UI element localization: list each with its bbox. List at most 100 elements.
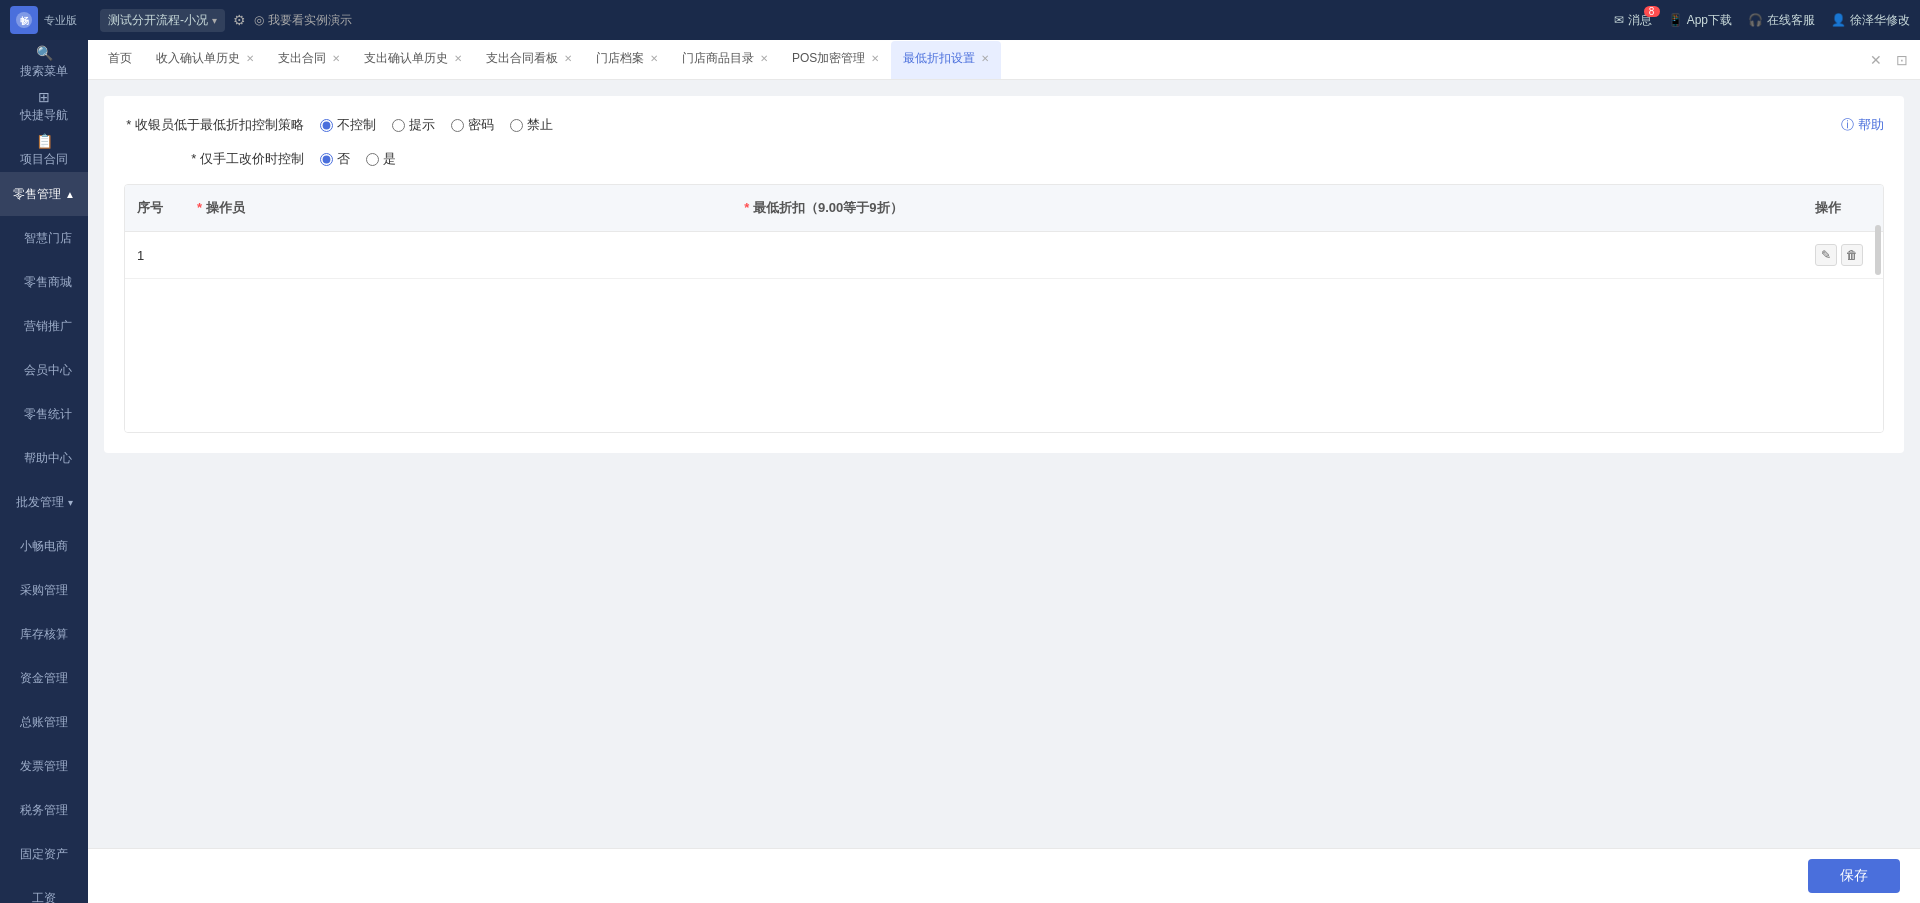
tab-pay-contract-board-label: 支出合同看板 — [486, 50, 558, 67]
retail-arrow-icon: ▲ — [65, 189, 75, 200]
tab-store-file-label: 门店档案 — [596, 50, 644, 67]
control-strategy-radio-group: 不控制 提示 密码 禁 — [320, 116, 553, 134]
tab-store-file[interactable]: 门店档案 ✕ — [584, 41, 670, 79]
user-menu[interactable]: 👤 徐泽华修改 — [1831, 12, 1910, 29]
main-layout: 🔍 搜索菜单 ⊞ 快捷导航 📋 项目合同 零售管理 ▲ 智慧门店 零售商城 营销… — [0, 40, 1920, 903]
delete-row-button[interactable]: 🗑 — [1841, 244, 1863, 266]
tab-pay-contract-close[interactable]: ✕ — [332, 53, 340, 64]
radio-no-control-input[interactable] — [320, 119, 333, 132]
demo-text: 我要看实例演示 — [268, 12, 352, 29]
sidebar-item-retail-stat[interactable]: 零售统计 — [0, 392, 88, 436]
logo-area: 畅 专业版 — [10, 6, 90, 34]
sidebar-item-asset[interactable]: 固定资产 — [0, 832, 88, 876]
close-tab-icon[interactable]: ✕ — [1866, 52, 1886, 68]
sidebar-label-salary: 工资 — [32, 890, 56, 904]
tab-income-confirm[interactable]: 收入确认单历史 ✕ — [144, 41, 266, 79]
topbar: 畅 专业版 测试分开流程-小况 ▾ ⚙ ◎ 我要看实例演示 ✉ 消息 8 📱 A… — [0, 0, 1920, 40]
radio-forbid-input[interactable] — [510, 119, 523, 132]
settings-card: * 收银员低于最低折扣控制策略 不控制 提示 — [104, 96, 1904, 453]
sidebar-item-ecommerce[interactable]: 小畅电商 — [0, 524, 88, 568]
table-row: 1 ✎ 🗑 — [125, 232, 1883, 279]
tab-pos-lock[interactable]: POS加密管理 ✕ — [780, 41, 891, 79]
tab-store-catalog-label: 门店商品目录 — [682, 50, 754, 67]
manual-price-row: * 仅手工改价时控制 否 是 — [124, 150, 1884, 168]
tab-store-catalog-close[interactable]: ✕ — [760, 53, 768, 64]
radio-forbid[interactable]: 禁止 — [510, 116, 553, 134]
tab-min-discount-close[interactable]: ✕ — [981, 53, 989, 64]
radio-remind[interactable]: 提示 — [392, 116, 435, 134]
radio-yes[interactable]: 是 — [366, 150, 396, 168]
message-button[interactable]: ✉ 消息 8 — [1614, 12, 1652, 29]
project-selector[interactable]: 测试分开流程-小况 ▾ — [100, 9, 225, 32]
tabbar-actions: ✕ ⊡ — [1866, 52, 1912, 68]
sidebar-item-salary[interactable]: 工资 — [0, 876, 88, 903]
sidebar-label-tax: 税务管理 — [20, 802, 68, 819]
app-download-button[interactable]: 📱 App下载 — [1668, 12, 1732, 29]
tab-income-confirm-close[interactable]: ✕ — [246, 53, 254, 64]
demo-button[interactable]: ◎ 我要看实例演示 — [254, 12, 352, 29]
sidebar-label-search: 搜索菜单 — [20, 63, 68, 80]
sidebar-item-retail-mall[interactable]: 零售商城 — [0, 260, 88, 304]
sidebar-item-member[interactable]: 会员中心 — [0, 348, 88, 392]
service-icon: 🎧 — [1748, 13, 1763, 27]
tab-store-catalog[interactable]: 门店商品目录 ✕ — [670, 41, 780, 79]
tab-pay-contract[interactable]: 支出合同 ✕ — [266, 41, 352, 79]
sidebar-label-marketing: 营销推广 — [24, 318, 72, 335]
radio-password[interactable]: 密码 — [451, 116, 494, 134]
radio-remind-input[interactable] — [392, 119, 405, 132]
tab-pay-confirm[interactable]: 支出确认单历史 ✕ — [352, 41, 474, 79]
help-circle-icon: ⓘ — [1841, 116, 1854, 134]
more-tabs-icon[interactable]: ⊡ — [1892, 52, 1912, 68]
online-service-button[interactable]: 🎧 在线客服 — [1748, 12, 1815, 29]
sidebar-item-nav[interactable]: ⊞ 快捷导航 — [0, 84, 88, 128]
tab-home[interactable]: 首页 — [96, 41, 144, 79]
sidebar-item-smart-store[interactable]: 智慧门店 — [0, 216, 88, 260]
discount-table: 序号 操作员 最低折扣（9.00等于9折） 操作 — [124, 184, 1884, 433]
sidebar-item-help[interactable]: 帮助中心 — [0, 436, 88, 480]
manual-price-radio-group: 否 是 — [320, 150, 396, 168]
edit-row-button[interactable]: ✎ — [1815, 244, 1837, 266]
sidebar-item-wholesale[interactable]: 批发管理 ▾ — [0, 480, 88, 524]
settings-icon[interactable]: ⚙ — [233, 12, 246, 28]
radio-yes-input[interactable] — [366, 153, 379, 166]
tab-home-label: 首页 — [108, 50, 132, 67]
sidebar-item-project[interactable]: 📋 项目合同 — [0, 128, 88, 172]
table-body: 1 ✎ 🗑 — [125, 232, 1883, 432]
sidebar-item-ledger[interactable]: 总账管理 — [0, 700, 88, 744]
save-button[interactable]: 保存 — [1808, 859, 1900, 893]
tab-min-discount-label: 最低折扣设置 — [903, 50, 975, 67]
sidebar-item-inventory[interactable]: 库存核算 — [0, 612, 88, 656]
sidebar-item-finance[interactable]: 资金管理 — [0, 656, 88, 700]
topbar-right: ✉ 消息 8 📱 App下载 🎧 在线客服 👤 徐泽华修改 — [1614, 12, 1910, 29]
radio-password-input[interactable] — [451, 119, 464, 132]
sidebar-label-ledger: 总账管理 — [20, 714, 68, 731]
sidebar-label-project: 项目合同 — [20, 151, 68, 168]
sidebar-item-invoice[interactable]: 发票管理 — [0, 744, 88, 788]
td-discount — [732, 249, 1803, 261]
tab-pay-confirm-close[interactable]: ✕ — [454, 53, 462, 64]
td-seq: 1 — [125, 242, 185, 269]
tab-pay-contract-board[interactable]: 支出合同看板 ✕ — [474, 41, 584, 79]
sidebar-item-retail[interactable]: 零售管理 ▲ — [0, 172, 88, 216]
sidebar-item-marketing[interactable]: 营销推广 — [0, 304, 88, 348]
radio-no-input[interactable] — [320, 153, 333, 166]
tab-pay-contract-board-close[interactable]: ✕ — [564, 53, 572, 64]
tab-pay-confirm-label: 支出确认单历史 — [364, 50, 448, 67]
radio-remind-label: 提示 — [409, 116, 435, 134]
sidebar-item-search[interactable]: 🔍 搜索菜单 — [0, 40, 88, 84]
tab-min-discount[interactable]: 最低折扣设置 ✕ — [891, 41, 1001, 79]
td-action: ✎ 🗑 — [1803, 238, 1883, 272]
th-seq: 序号 — [125, 193, 185, 223]
radio-yes-label: 是 — [383, 150, 396, 168]
tab-store-file-close[interactable]: ✕ — [650, 53, 658, 64]
help-link[interactable]: ⓘ 帮助 — [1841, 116, 1884, 134]
sidebar-item-purchase[interactable]: 采购管理 — [0, 568, 88, 612]
tab-pos-lock-close[interactable]: ✕ — [871, 53, 879, 64]
sidebar-label-retail-stat: 零售统计 — [24, 406, 72, 423]
app-icon: 📱 — [1668, 13, 1683, 27]
topbar-center: 测试分开流程-小况 ▾ ⚙ ◎ 我要看实例演示 — [100, 9, 1604, 32]
radio-no[interactable]: 否 — [320, 150, 350, 168]
message-icon: ✉ — [1614, 13, 1624, 27]
radio-no-control[interactable]: 不控制 — [320, 116, 376, 134]
sidebar-item-tax[interactable]: 税务管理 — [0, 788, 88, 832]
